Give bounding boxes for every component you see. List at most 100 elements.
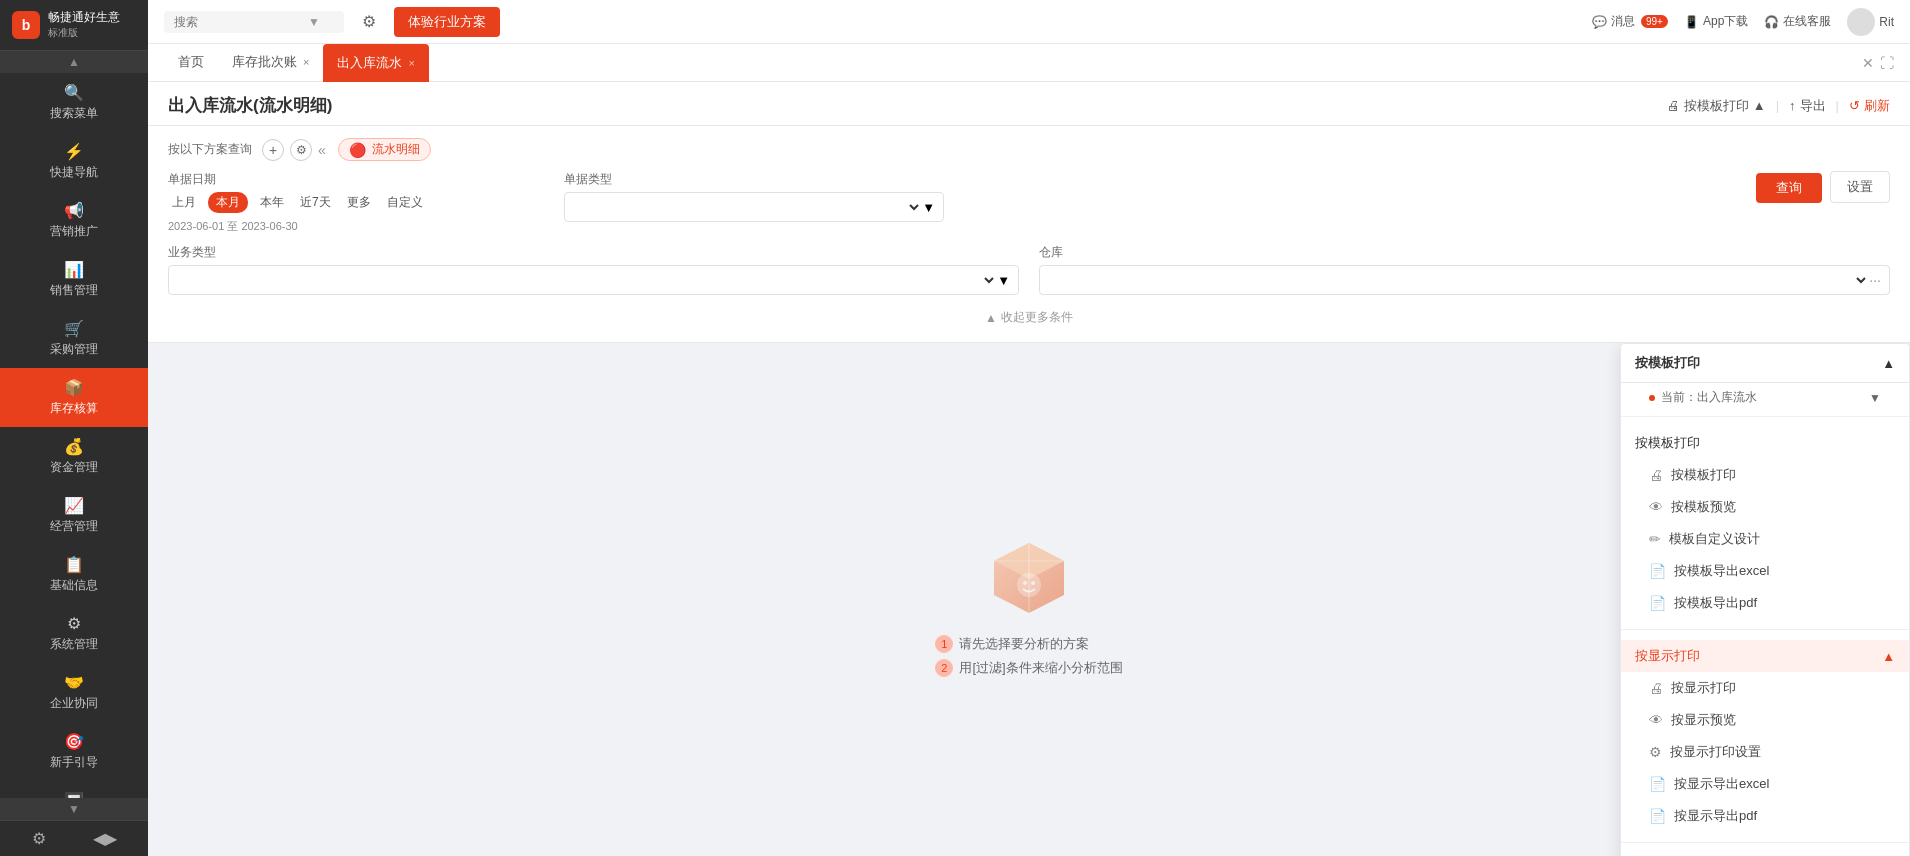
dropdown-header-chevron-icon: ▲ [1882,356,1895,371]
app-edition: 标准版 [48,26,120,40]
sidebar-item-search-menu[interactable]: 🔍 搜索菜单 [0,73,148,132]
sidebar-scroll-down[interactable]: ▼ [0,798,148,820]
tab-in-out-flow[interactable]: 出入库流水 × [323,44,428,82]
setting-button[interactable]: 设置 [1830,171,1890,203]
template-design-item[interactable]: ✏ 模板自定义设计 [1621,523,1909,555]
more-icon[interactable]: ··· [1869,272,1881,288]
topbar-search-box[interactable]: ▼ [164,11,344,33]
tab-batch-account[interactable]: 库存批次账 × [218,44,323,82]
close-tab-window-icon[interactable]: ✕ [1862,55,1874,71]
sidebar-label-basic-info: 基础信息 [50,577,98,594]
gear-icon[interactable]: ⚙ [362,12,376,31]
separator1: | [1776,98,1779,113]
warehouse-select-input[interactable] [1048,272,1869,288]
online-service-label: 在线客服 [1783,13,1831,30]
dropdown-header[interactable]: 按模板打印 ▲ [1621,344,1909,383]
export-button[interactable]: ↑ 导出 [1789,97,1826,115]
date-shortcut-更多[interactable]: 更多 [343,192,375,213]
doctype-select[interactable]: ▼ [564,192,944,222]
sidebar-item-inventory[interactable]: 📦 库存核算 [0,368,148,427]
excel-icon-1: 📄 [1649,563,1666,579]
preview-icon-1: 👁 [1649,499,1663,515]
collapse-button[interactable]: ▲ 收起更多条件 [985,309,1073,326]
sidebar-item-corp-collab[interactable]: 🤝 企业协同 [0,663,148,722]
date-shortcut-近7天[interactable]: 近7天 [296,192,335,213]
expand-window-icon[interactable]: ⛶ [1880,55,1894,71]
template-print-section: 按模板打印 🖨 按模板打印 👁 按模板预览 ✏ 模板自定义设计 [1621,421,1909,625]
message-button[interactable]: 💬 消息 99+ [1592,13,1668,30]
collapse-row: ▲ 收起更多条件 [168,305,1890,330]
doctype-select-input[interactable] [573,199,922,215]
warehouse-select[interactable]: ··· [1039,265,1890,295]
tab-label-in-out-flow: 出入库流水 [337,54,402,72]
filter-collapse-icon[interactable]: « [318,142,326,158]
tab-close-batch-account[interactable]: × [303,56,309,68]
query-button[interactable]: 查询 [1756,173,1822,203]
sidebar-item-quick-nav[interactable]: ⚡ 快捷导航 [0,132,148,191]
sidebar-label-corp-collab: 企业协同 [50,695,98,712]
filter-biztype-group: 业务类型 ▼ [168,244,1019,295]
settings-icon-2: ⚙ [1649,744,1662,760]
biztype-select[interactable]: ▼ [168,265,1019,295]
template-excel-item[interactable]: 📄 按模板导出excel [1621,555,1909,587]
toggle-sidebar-icon[interactable]: ◀▶ [93,829,117,848]
sidebar-item-guide[interactable]: 🎯 新手引导 [0,722,148,781]
template-print-section-header[interactable]: 按模板打印 [1621,427,1909,459]
app-download-label: App下载 [1703,13,1748,30]
app-download-button[interactable]: 📱 App下载 [1684,13,1748,30]
collapse-label: 收起更多条件 [1001,309,1073,326]
sidebar-icon-system: ⚙ [67,614,81,633]
template-print-label: 按模板打印 [1671,466,1736,484]
filter-tag[interactable]: 🔴 流水明细 [338,138,431,161]
sidebar-item-sales[interactable]: 📊 销售管理 [0,250,148,309]
display-print-settings-item[interactable]: ⚙ 按显示打印设置 [1621,736,1909,768]
sidebar-icon-guide: 🎯 [64,732,84,751]
user-avatar[interactable]: Rit [1847,8,1894,36]
collapse-up-icon: ▲ [985,311,997,325]
filter-setting-button[interactable]: ⚙ [290,139,312,161]
search-input[interactable] [174,15,304,29]
date-shortcut-自定义[interactable]: 自定义 [383,192,427,213]
online-service-button[interactable]: 🎧 在线客服 [1764,13,1831,30]
template-pdf-item[interactable]: 📄 按模板导出pdf [1621,587,1909,619]
dropdown-title: 按模板打印 [1635,354,1700,372]
display-preview-item[interactable]: 👁 按显示预览 [1621,704,1909,736]
refresh-button[interactable]: ↺ 刷新 [1849,97,1890,115]
filter-section-label: 按以下方案查询 [168,141,252,158]
tab-home[interactable]: 首页 [164,44,218,82]
sidebar-label-finance: 资金管理 [50,459,98,476]
filter-top-row: 按以下方案查询 + ⚙ « 🔴 流水明细 [168,138,1890,161]
template-preview-item[interactable]: 👁 按模板预览 [1621,491,1909,523]
sidebar-item-finance[interactable]: 💰 资金管理 [0,427,148,486]
tab-close-in-out-flow[interactable]: × [408,57,414,69]
default-function-section-header[interactable]: 设置默认功能 ▼ [1621,847,1909,856]
sidebar-item-purchase[interactable]: 🛒 采购管理 [0,309,148,368]
sidebar-bottom: ⚙ ◀▶ [0,820,148,856]
display-pdf-item[interactable]: 📄 按显示导出pdf [1621,800,1909,832]
industry-solution-button[interactable]: 体验行业方案 [394,7,500,37]
sidebar-item-operations[interactable]: 📈 经营管理 [0,486,148,545]
template-print-item[interactable]: 🖨 按模板打印 [1621,459,1909,491]
sidebar-item-marketing[interactable]: 📢 营销推广 [0,191,148,250]
settings-icon[interactable]: ⚙ [32,829,46,848]
date-shortcut-本年[interactable]: 本年 [256,192,288,213]
display-excel-item[interactable]: 📄 按显示导出excel [1621,768,1909,800]
sidebar-item-app-center[interactable]: 🔲 应用中心 [0,781,148,798]
divider-2 [1621,629,1909,630]
filter-add-button[interactable]: + [262,139,284,161]
date-shortcut-上月[interactable]: 上月 [168,192,200,213]
tab-label-batch-account: 库存批次账 [232,53,297,71]
display-print-section-header[interactable]: 按显示打印 ▲ [1621,640,1909,672]
main-content: 1 请先选择要分析的方案 2 用[过滤]条件来缩小分析范围 按模板打印 ▲ [148,343,1910,856]
sidebar-item-system[interactable]: ⚙ 系统管理 [0,604,148,663]
sidebar-scroll-up[interactable]: ▲ [0,51,148,73]
print-button[interactable]: 🖨 按模板打印 ▲ [1667,97,1766,115]
sidebar-icon-basic-info: 📋 [64,555,84,574]
sidebar-item-basic-info[interactable]: 📋 基础信息 [0,545,148,604]
svg-point-6 [1031,581,1035,585]
display-print-item[interactable]: 🖨 按显示打印 [1621,672,1909,704]
biztype-select-input[interactable] [177,272,997,288]
date-shortcut-本月[interactable]: 本月 [208,192,248,213]
sidebar-label-marketing: 营销推广 [50,223,98,240]
sidebar-label-purchase: 采购管理 [50,341,98,358]
